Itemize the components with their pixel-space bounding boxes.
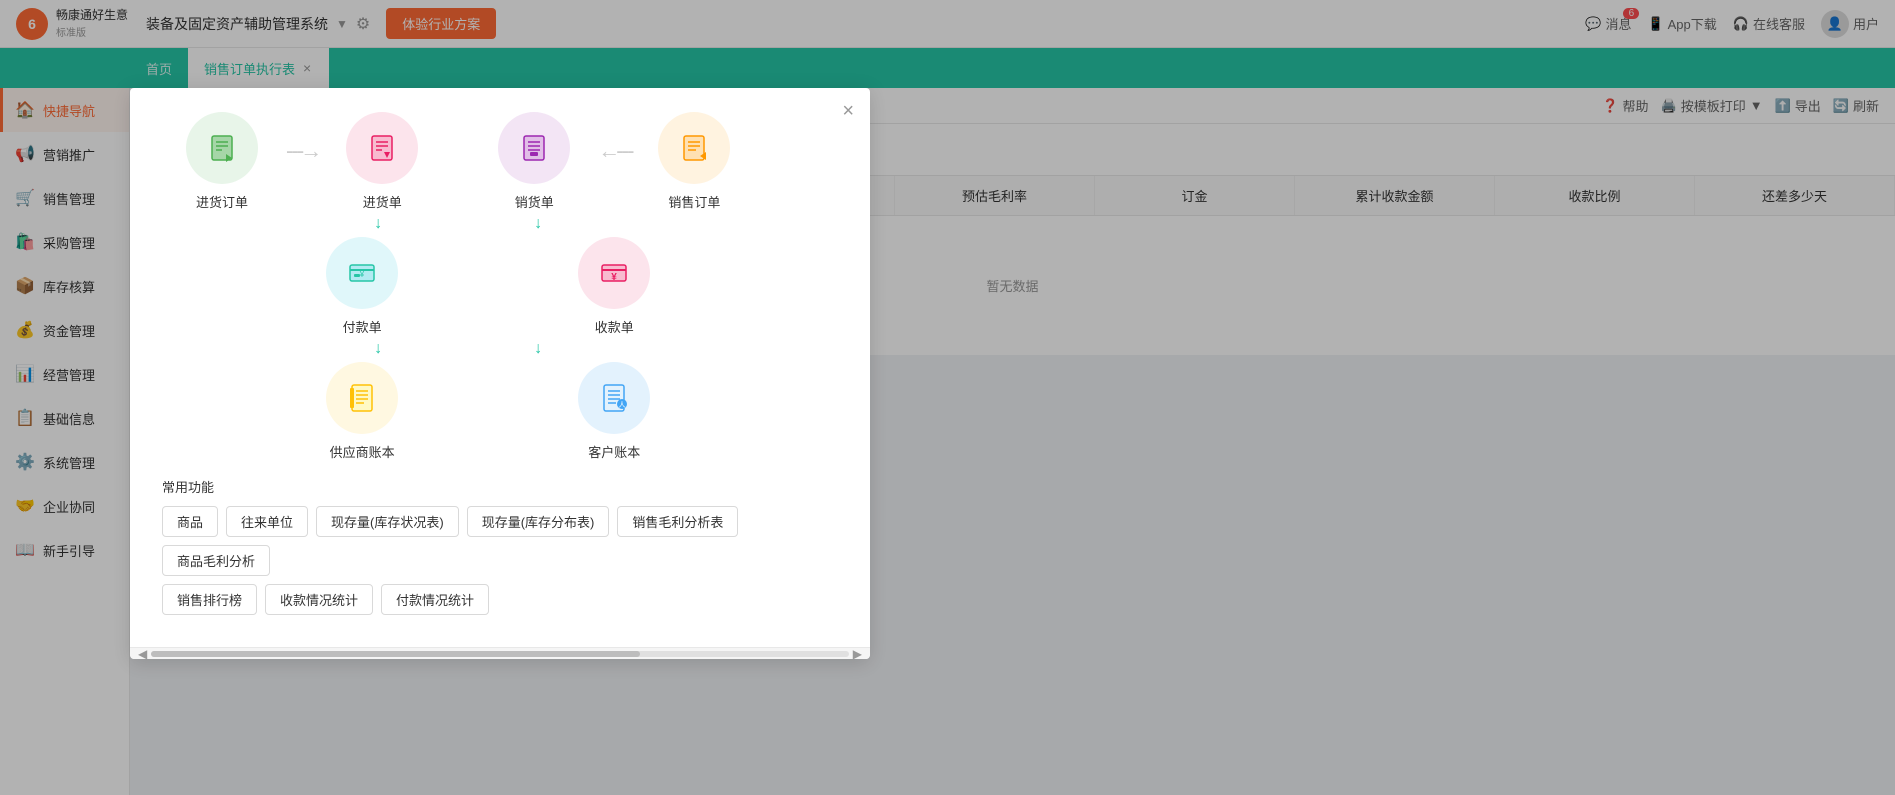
- scroll-track[interactable]: [151, 651, 849, 657]
- scroll-left-arrow[interactable]: ◀: [134, 647, 151, 660]
- cf-btn-receipt-stats[interactable]: 收款情况统计: [265, 584, 373, 615]
- cf-btn-product-margin[interactable]: 商品毛利分析: [162, 545, 270, 576]
- sales-order-icon: [658, 112, 730, 184]
- svg-text:人: 人: [619, 401, 626, 409]
- payment-icon: ¥: [326, 237, 398, 309]
- cf-btn-sales-margin[interactable]: 销售毛利分析表: [617, 506, 738, 537]
- cf-buttons-row1: 商品 往来单位 现存量(库存状况表) 现存量(库存分布表) 销售毛利分析表 商品…: [162, 506, 838, 576]
- svg-text:¥: ¥: [612, 272, 618, 283]
- sales-order-label: 销售订单: [668, 192, 720, 211]
- down-arrow-sales-bill: ↓: [534, 215, 542, 233]
- scroll-thumb: [151, 651, 639, 657]
- supplier-ledger-icon: [326, 362, 398, 434]
- cf-buttons-row2: 销售排行榜 收款情况统计 付款情况统计: [162, 584, 838, 615]
- modal-body: 进货订单 - - -→: [130, 88, 870, 639]
- customer-ledger-icon: 人: [578, 362, 650, 434]
- cf-btn-payment-stats[interactable]: 付款情况统计: [381, 584, 489, 615]
- down-arrow-receipt: ↓: [534, 340, 542, 358]
- svg-text:¥: ¥: [359, 270, 365, 279]
- receipt-label: 收款单: [595, 317, 634, 336]
- modal-close-button[interactable]: ×: [842, 100, 854, 123]
- flow-node-sales-bill[interactable]: 销货单: [474, 112, 594, 211]
- payment-label: 付款单: [343, 317, 382, 336]
- down-arrow-purchase: ↓: [374, 215, 382, 233]
- purchase-order-label: 进货订单: [196, 192, 248, 211]
- scroll-right-arrow[interactable]: ▶: [849, 647, 866, 660]
- supplier-ledger-label: 供应商账本: [330, 442, 395, 461]
- cf-btn-stock-dist[interactable]: 现存量(库存分布表): [467, 506, 610, 537]
- common-functions: 常用功能 商品 往来单位 现存量(库存状况表) 现存量(库存分布表) 销售毛利分…: [162, 477, 838, 615]
- flow-node-supplier-ledger[interactable]: 供应商账本: [302, 362, 422, 461]
- flow-node-customer-ledger[interactable]: 人 客户账本: [554, 362, 674, 461]
- sales-bill-icon: [498, 112, 570, 184]
- purchase-order-icon: [186, 112, 258, 184]
- cf-btn-product[interactable]: 商品: [162, 506, 218, 537]
- modal-scrollbar[interactable]: ◀ ▶: [130, 647, 870, 659]
- cf-btn-stock-status[interactable]: 现存量(库存状况表): [316, 506, 459, 537]
- flow-node-payment[interactable]: ¥ 付款单: [302, 237, 422, 336]
- purchase-bill-icon: [346, 112, 418, 184]
- sales-bill-label: 销货单: [515, 192, 554, 211]
- modal: ×: [130, 88, 870, 659]
- purchase-bill-label: 进货单: [363, 192, 402, 211]
- customer-ledger-label: 客户账本: [588, 442, 640, 461]
- flow-node-purchase-order[interactable]: 进货订单: [162, 112, 282, 211]
- modal-overlay[interactable]: ×: [0, 0, 1895, 795]
- down-arrow-payment: ↓: [374, 340, 382, 358]
- cf-btn-sales-rank[interactable]: 销售排行榜: [162, 584, 257, 615]
- cf-btn-partner[interactable]: 往来单位: [226, 506, 308, 537]
- flow-node-receipt[interactable]: ¥ 收款单: [554, 237, 674, 336]
- flow-node-purchase-bill[interactable]: 进货单: [322, 112, 442, 211]
- cf-title: 常用功能: [162, 477, 838, 496]
- flow-node-sales-order[interactable]: 销售订单: [634, 112, 754, 211]
- receipt-icon: ¥: [578, 237, 650, 309]
